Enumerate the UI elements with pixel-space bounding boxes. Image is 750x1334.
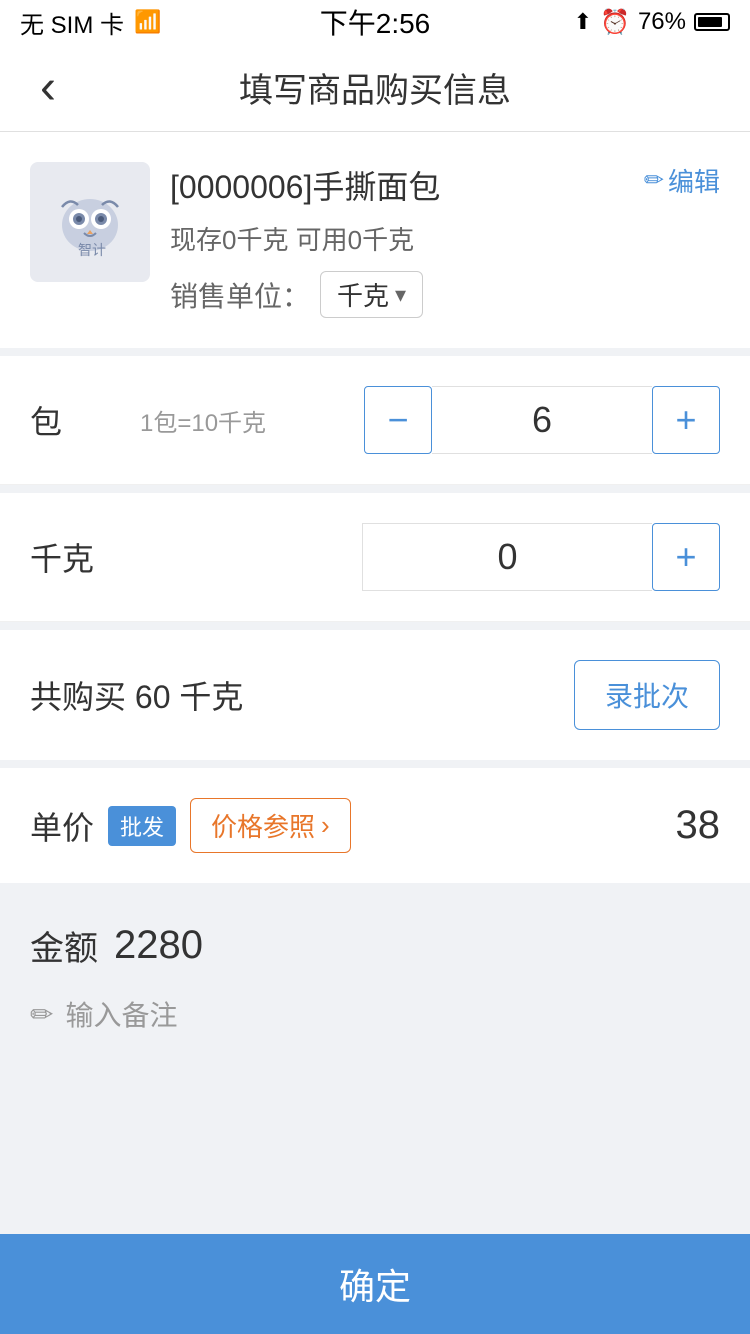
nav-bar: ‹ 填写商品购买信息 xyxy=(0,44,750,132)
battery-percent: 76% xyxy=(638,8,686,36)
edit-icon: ✏ xyxy=(644,166,664,195)
product-card: 智计 [0000006]手撕面包 ✏ 编辑 现存0千克 可用0千克 销售单位： … xyxy=(0,132,750,356)
unit-label: 销售单位： xyxy=(170,275,310,315)
status-left: 无 SIM 卡 📶 xyxy=(20,5,161,40)
price-section: 单价 批发 价格参照 › 38 xyxy=(0,768,750,891)
bao-quantity-input[interactable] xyxy=(432,386,652,454)
price-ref-button[interactable]: 价格参照 › xyxy=(190,798,351,853)
kg-plus-button[interactable]: + xyxy=(652,523,720,591)
bao-plus-button[interactable]: + xyxy=(652,386,720,454)
unit-value: 千克 xyxy=(337,276,389,313)
status-bar: 无 SIM 卡 📶 下午2:56 ⬆ ⏰ 76% xyxy=(0,0,750,44)
price-ref-arrow-icon: › xyxy=(321,810,330,841)
dropdown-arrow-icon: ▾ xyxy=(395,282,406,308)
kg-section: 千克 + xyxy=(0,493,750,622)
kg-label: 千克 xyxy=(30,534,130,580)
bao-controls: − + xyxy=(364,386,720,454)
price-label: 单价 xyxy=(30,803,94,849)
status-time: 下午2:56 xyxy=(320,2,431,42)
total-row: 共购买 60 千克 录批次 xyxy=(0,630,750,768)
confirm-button-label: 确定 xyxy=(339,1258,411,1310)
product-image: 智计 xyxy=(30,162,150,282)
page-title: 填写商品购买信息 xyxy=(239,63,511,112)
bao-minus-button[interactable]: − xyxy=(364,386,432,454)
product-unit-row: 销售单位： 千克 ▾ xyxy=(170,271,720,318)
alarm-icon: ⏰ xyxy=(600,8,630,37)
svg-text:智计: 智计 xyxy=(78,243,106,257)
battery-icon xyxy=(694,13,730,31)
bao-row: 包 1包=10千克 − + xyxy=(0,356,750,485)
amount-label: 金额 xyxy=(30,921,98,970)
batch-tag: 批发 xyxy=(108,806,176,846)
product-header-row: [0000006]手撕面包 ✏ 编辑 xyxy=(170,162,720,220)
note-placeholder: 输入备注 xyxy=(65,994,177,1034)
kg-row: 千克 + xyxy=(0,493,750,622)
kg-controls: + xyxy=(362,523,720,591)
amount-section: 金额 2280 ✏ 输入备注 xyxy=(0,891,750,1151)
bao-label: 包 xyxy=(30,397,130,443)
amount-row: 金额 2280 xyxy=(30,921,720,970)
amount-value: 2280 xyxy=(114,923,203,968)
edit-button[interactable]: ✏ 编辑 xyxy=(644,162,720,199)
owl-logo: 智计 xyxy=(50,187,130,257)
total-text: 共购买 60 千克 xyxy=(30,672,243,718)
pencil-icon: ✏ xyxy=(30,998,53,1031)
price-label-row: 单价 批发 价格参照 › xyxy=(30,798,351,853)
confirm-bar[interactable]: 确定 xyxy=(0,1234,750,1334)
unit-select[interactable]: 千克 ▾ xyxy=(320,271,423,318)
product-info: [0000006]手撕面包 ✏ 编辑 现存0千克 可用0千克 销售单位： 千克 … xyxy=(170,162,720,318)
wifi-icon: 📶 xyxy=(134,9,161,35)
location-icon: ⬆ xyxy=(574,9,592,35)
product-stock: 现存0千克 可用0千克 xyxy=(170,220,720,257)
bao-sublabel: 1包=10千克 xyxy=(140,403,266,438)
product-name: [0000006]手撕面包 xyxy=(170,162,440,208)
batch-button[interactable]: 录批次 xyxy=(574,660,720,730)
kg-quantity-input[interactable] xyxy=(362,523,652,591)
carrier-text: 无 SIM 卡 xyxy=(20,5,124,40)
price-ref-label: 价格参照 xyxy=(211,807,315,844)
bao-section: 包 1包=10千克 − + xyxy=(0,356,750,485)
status-right: ⬆ ⏰ 76% xyxy=(574,8,730,37)
note-row[interactable]: ✏ 输入备注 xyxy=(30,994,720,1034)
content-area: 智计 [0000006]手撕面包 ✏ 编辑 现存0千克 可用0千克 销售单位： … xyxy=(0,132,750,1271)
price-value: 38 xyxy=(676,803,721,848)
back-button[interactable]: ‹ xyxy=(30,50,66,125)
edit-label: 编辑 xyxy=(668,162,720,199)
